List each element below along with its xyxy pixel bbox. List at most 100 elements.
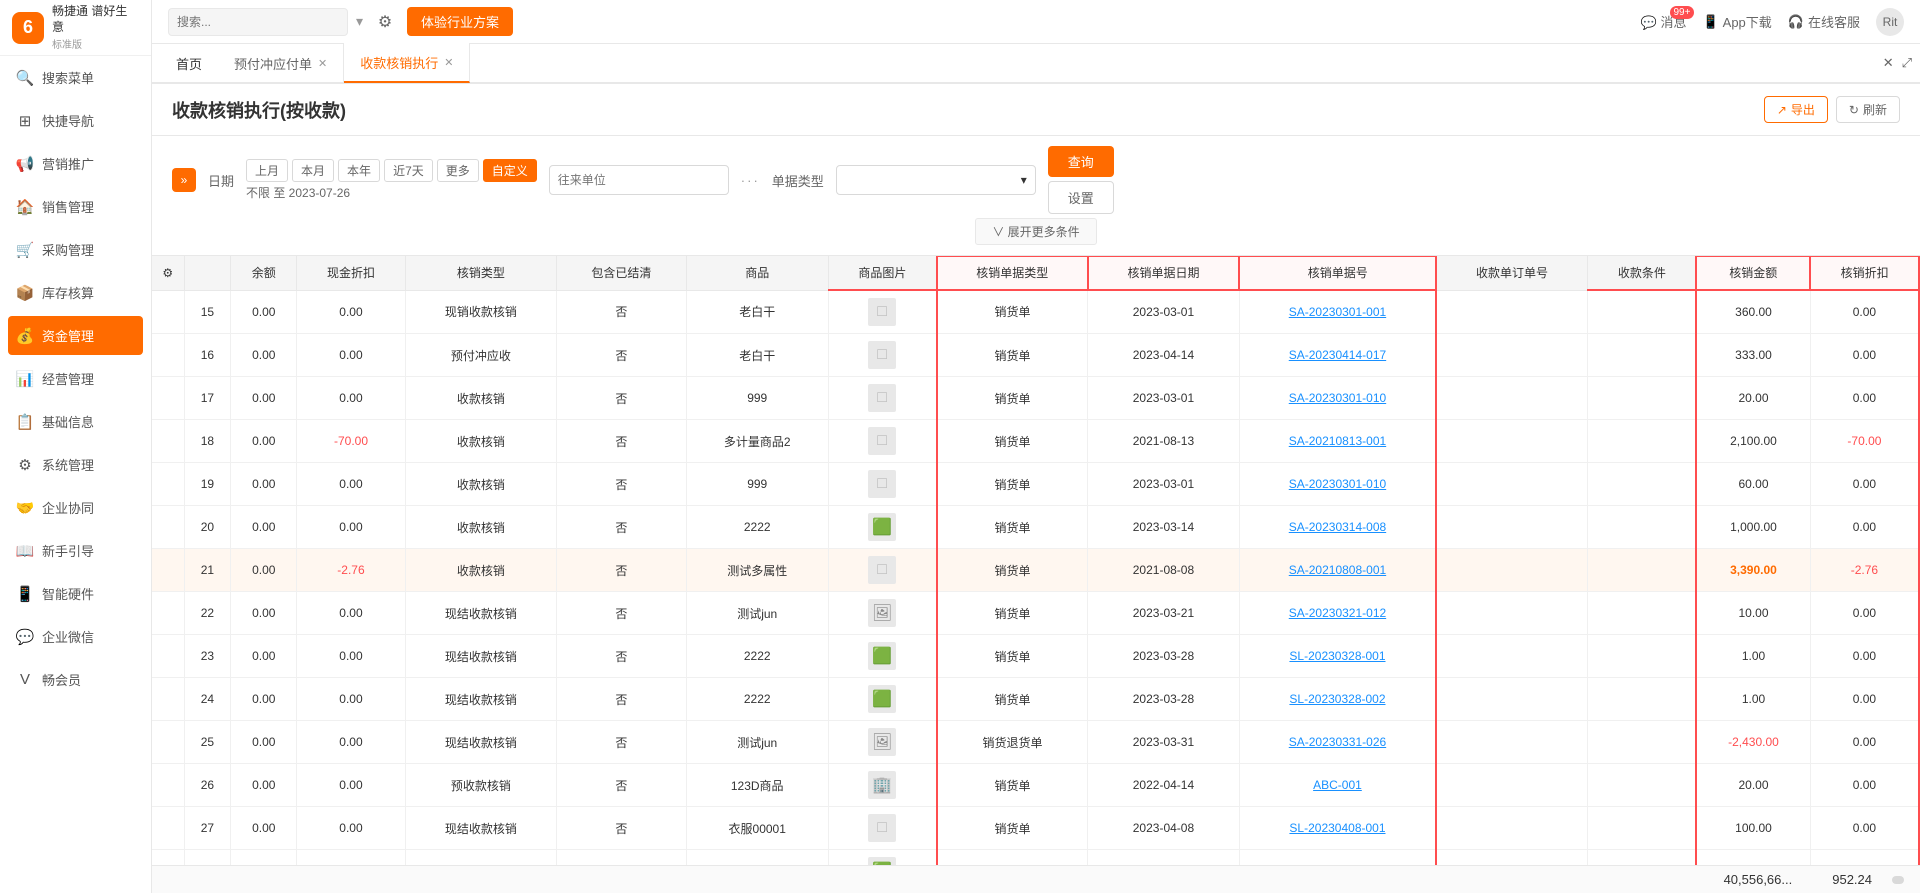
tab-receivable[interactable]: 收款核销执行 ✕ — [344, 43, 470, 83]
refresh-button[interactable]: ↻ 刷新 — [1836, 96, 1900, 123]
td-product-img: □ — [828, 549, 937, 592]
cancel-no-link[interactable]: SA-20210808-001 — [1289, 563, 1386, 577]
table-row: 19 0.00 0.00 收款核销 否 999 □ 销货单 2023-03-01… — [152, 463, 1919, 506]
sidebar-label-member: 畅会员 — [42, 670, 81, 689]
sidebar-item-smart-hardware[interactable]: 📱 智能硬件 — [0, 572, 151, 615]
date-this-year[interactable]: 本年 — [338, 159, 380, 182]
sidebar-item-enterprise[interactable]: 🤝 企业协同 — [0, 486, 151, 529]
th-cancel-no: 核销单据号 — [1239, 256, 1436, 290]
date-7-days[interactable]: 近7天 — [384, 159, 433, 182]
user-avatar[interactable]: Rit — [1876, 8, 1904, 36]
doc-type-select[interactable]: ▾ — [836, 165, 1036, 195]
td-cancel-doc-type: 销货单 — [937, 807, 1088, 850]
tab-receivable-close[interactable]: ✕ — [444, 56, 453, 69]
search-input[interactable] — [168, 8, 348, 36]
td-seq: 15 — [184, 290, 231, 334]
product-image: □ — [868, 298, 896, 326]
cancel-no-link[interactable]: SA-20230301-001 — [1289, 305, 1386, 319]
sidebar-item-basic-info[interactable]: 📋 基础信息 — [0, 400, 151, 443]
table-body: 15 0.00 0.00 现销收款核销 否 老白干 □ 销货单 2023-03-… — [152, 290, 1919, 865]
dropdown-chevron[interactable]: ▾ — [356, 13, 363, 30]
date-more[interactable]: 更多 — [437, 159, 479, 182]
td-product: 999 — [686, 463, 828, 506]
td-receipt-condition — [1588, 420, 1697, 463]
cancel-no-link[interactable]: SL-20230328-002 — [1289, 692, 1385, 706]
sidebar-item-wechat[interactable]: 💬 企业微信 — [0, 615, 151, 658]
cancel-no-link[interactable]: SA-20210813-001 — [1289, 434, 1386, 448]
sidebar-item-system[interactable]: ⚙ 系统管理 — [0, 443, 151, 486]
product-image: □ — [868, 384, 896, 412]
th-gear[interactable]: ⚙ — [152, 256, 184, 290]
sidebar-item-quick-nav[interactable]: ⊞ 快捷导航 — [0, 99, 151, 142]
export-button[interactable]: ↗ 导出 — [1764, 96, 1828, 123]
sidebar-item-guide[interactable]: 📖 新手引导 — [0, 529, 151, 572]
cancel-no-link[interactable]: SL-20230328-001 — [1289, 649, 1385, 663]
table-row: 22 0.00 0.00 现结收款核销 否 测试jun 🖼 销货单 2023-0… — [152, 592, 1919, 635]
table-row: 15 0.00 0.00 现销收款核销 否 老白干 □ 销货单 2023-03-… — [152, 290, 1919, 334]
table-header-row: ⚙ 余额 现金折扣 核销类型 包含已结清 商品 商品图片 核销单据类型 核销单据… — [152, 256, 1919, 290]
sidebar-item-inventory[interactable]: 📦 库存核算 — [0, 271, 151, 314]
cancel-no-link[interactable]: SA-20230414-017 — [1289, 348, 1386, 362]
td-balance: 0.00 — [231, 678, 297, 721]
cancel-no-link[interactable]: ABC-001 — [1313, 778, 1362, 792]
td-cancel-doc-type: 销货单 — [937, 635, 1088, 678]
td-cancel-amount: 20.00 — [1696, 377, 1810, 420]
td-receipt-order-no — [1436, 290, 1587, 334]
td-gear — [152, 506, 184, 549]
date-custom[interactable]: 自定义 — [483, 159, 537, 182]
td-include-settled: 否 — [556, 377, 686, 420]
cancel-no-link[interactable]: SL-20230408-001 — [1289, 821, 1385, 835]
h-scrollbar[interactable] — [1892, 876, 1904, 884]
expand-more-button[interactable]: ∨ 展开更多条件 — [975, 218, 1096, 245]
filter-expand-button[interactable]: » — [172, 168, 196, 192]
message-icon: 💬 — [1641, 15, 1657, 30]
query-button[interactable]: 查询 — [1048, 146, 1114, 177]
product-image: 🖼 — [868, 728, 896, 756]
tab-prepay-close[interactable]: ✕ — [318, 57, 327, 70]
cancel-no-link[interactable]: SA-20230301-010 — [1289, 391, 1386, 405]
td-include-settled: 否 — [556, 463, 686, 506]
operations-icon: 📊 — [16, 370, 34, 388]
close-all-icon[interactable]: ✕ — [1883, 55, 1894, 71]
td-balance: 0.00 — [231, 506, 297, 549]
td-receipt-condition — [1588, 807, 1697, 850]
table-footer: 40,556,66... 952.24 — [152, 865, 1920, 893]
filter-settings-button[interactable]: 设置 — [1048, 181, 1114, 214]
sidebar-item-purchase[interactable]: 🛒 采购管理 — [0, 228, 151, 271]
td-seq: 27 — [184, 807, 231, 850]
td-include-settled: 否 — [556, 549, 686, 592]
sidebar-item-sales[interactable]: 🏠 销售管理 — [0, 185, 151, 228]
cancel-no-link[interactable]: SA-20230321-012 — [1289, 606, 1386, 620]
sidebar-item-search[interactable]: 🔍 搜索菜单 — [0, 56, 151, 99]
tab-home[interactable]: 首页 — [160, 43, 218, 83]
td-cancel-type: 预收款核销 — [405, 764, 556, 807]
td-product-img: 🖼 — [828, 721, 937, 764]
partner-dots[interactable]: ··· — [741, 173, 760, 188]
td-balance: 0.00 — [231, 334, 297, 377]
industry-solution-button[interactable]: 体验行业方案 — [407, 7, 513, 36]
sidebar-label-basic-info: 基础信息 — [42, 412, 94, 431]
sidebar-item-finance[interactable]: 💰 资金管理 — [8, 316, 143, 355]
app-download-button[interactable]: 📱 App下载 — [1702, 12, 1771, 31]
sidebar-item-marketing[interactable]: 📢 营销推广 — [0, 142, 151, 185]
sidebar-nav: 🔍 搜索菜单 ⊞ 快捷导航 📢 营销推广 🏠 销售管理 🛒 采购管理 📦 库存核… — [0, 56, 151, 701]
td-product-img: 🟩 — [828, 506, 937, 549]
td-receipt-order-no — [1436, 420, 1587, 463]
select-chevron: ▾ — [1021, 173, 1027, 187]
date-this-month[interactable]: 本月 — [292, 159, 334, 182]
cancel-no-link[interactable]: SA-20230301-010 — [1289, 477, 1386, 491]
expand-icon[interactable]: ⤢ — [1902, 55, 1912, 71]
td-include-settled: 否 — [556, 850, 686, 866]
online-service-button[interactable]: 🎧 在线客服 — [1788, 12, 1860, 31]
td-product-img: □ — [828, 290, 937, 334]
partner-input[interactable] — [549, 165, 729, 195]
sidebar-item-member[interactable]: V 畅会员 — [0, 658, 151, 701]
td-cash-discount: 0.00 — [297, 807, 406, 850]
cancel-no-link[interactable]: SA-20230331-026 — [1289, 735, 1386, 749]
date-last-month[interactable]: 上月 — [246, 159, 288, 182]
sidebar-item-operations[interactable]: 📊 经营管理 — [0, 357, 151, 400]
tab-prepay[interactable]: 预付冲应付单 ✕ — [218, 43, 344, 83]
settings-gear-icon[interactable]: ⚙ — [371, 8, 399, 36]
cancel-no-link[interactable]: SA-20230314-008 — [1289, 520, 1386, 534]
message-button[interactable]: 💬 消息 99+ — [1641, 12, 1687, 31]
